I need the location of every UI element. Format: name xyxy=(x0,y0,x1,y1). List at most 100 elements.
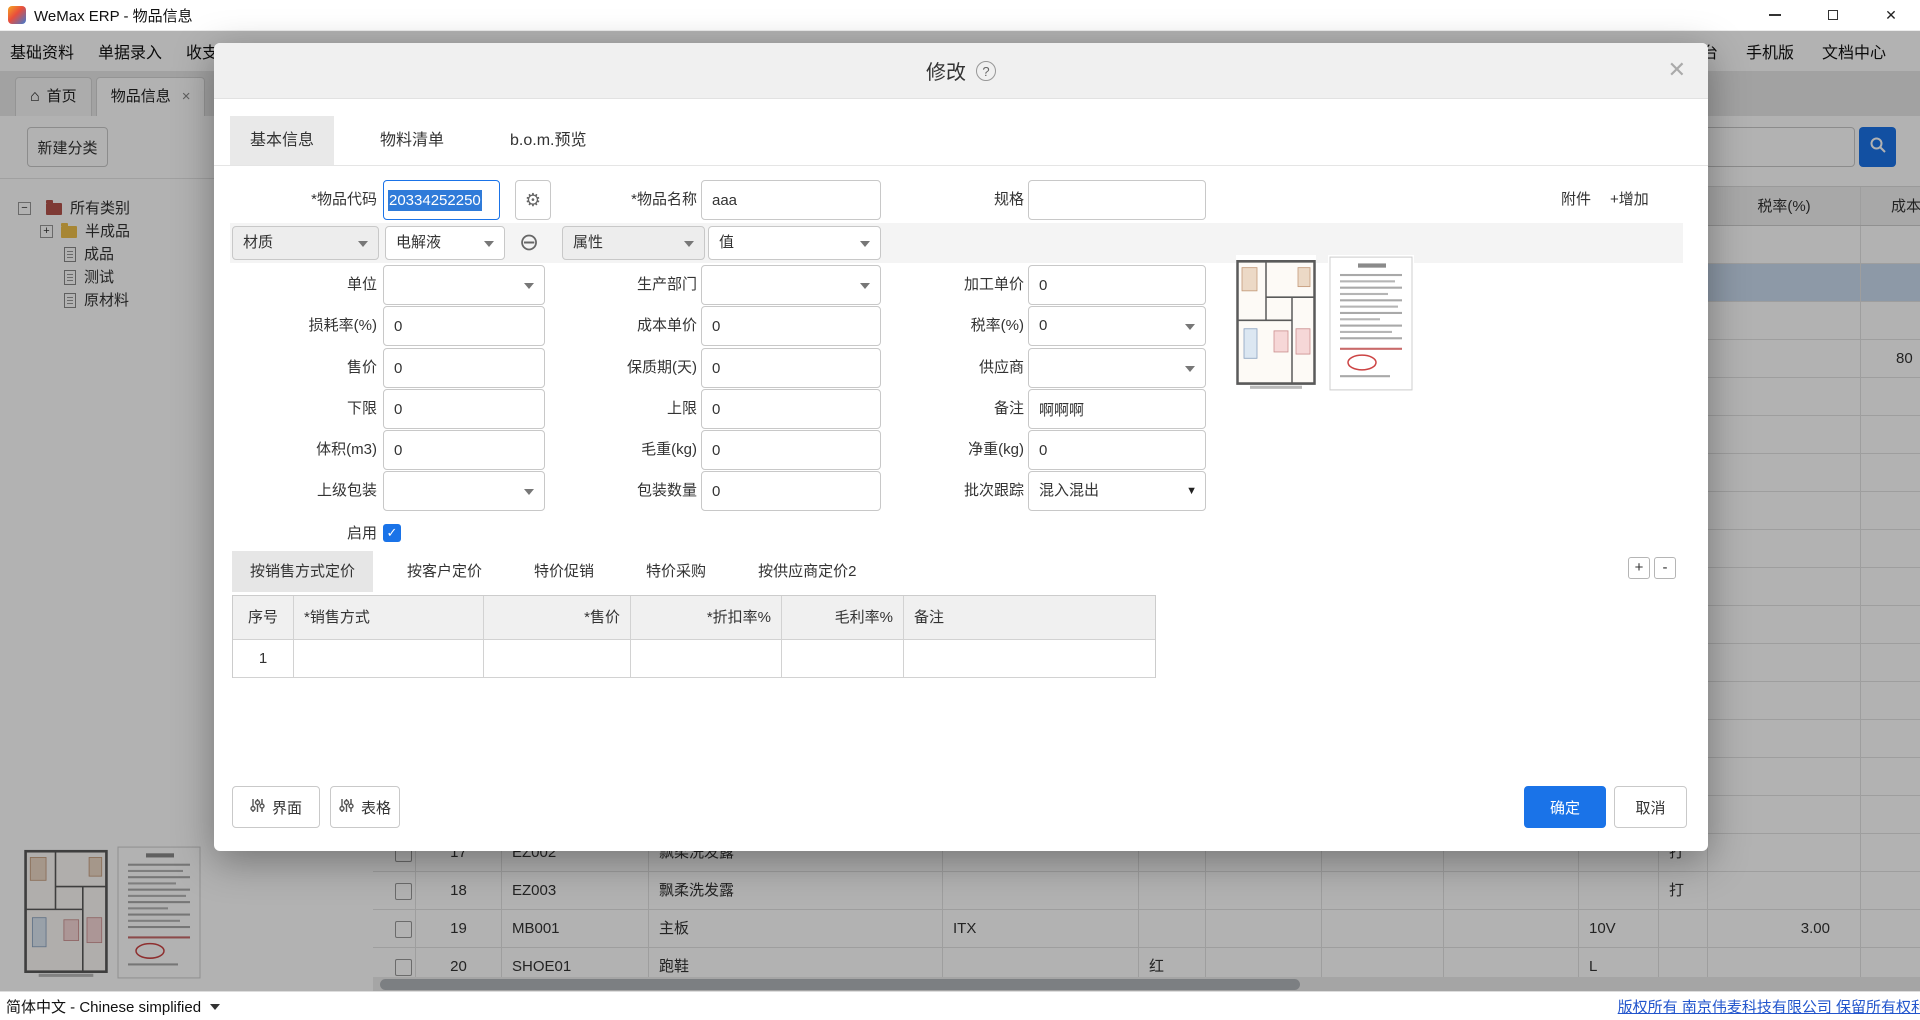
code-settings-button[interactable]: ⚙ xyxy=(515,180,551,220)
grid-config-label: 表格 xyxy=(361,797,391,818)
pricing-table: 序号 *销售方式 *售价 *折扣率% 毛利率% 备注 1 xyxy=(232,595,1156,678)
help-icon[interactable]: ? xyxy=(976,61,996,81)
pricing-tab-special-purchase[interactable]: 特价采购 xyxy=(628,551,724,592)
item-code-value: 20334252250 xyxy=(388,190,482,211)
cost-price-input[interactable] xyxy=(701,306,881,346)
chevron-down-icon xyxy=(684,241,694,252)
tab-basic-info[interactable]: 基本信息 xyxy=(230,116,334,165)
lower-limit-label: 下限 xyxy=(214,389,377,429)
pack-qty-input[interactable] xyxy=(701,471,881,511)
pricing-table-row: 1 xyxy=(233,640,1155,678)
close-button[interactable]: ✕ xyxy=(1862,0,1920,30)
pricing-cell-margin[interactable] xyxy=(782,640,904,678)
cancel-button[interactable]: 取消 xyxy=(1614,786,1687,828)
app-icon xyxy=(8,6,26,24)
dialog-header: 修改 ? ✕ xyxy=(214,43,1708,99)
maximize-button[interactable] xyxy=(1804,0,1862,30)
item-document-image[interactable] xyxy=(1328,255,1414,392)
pricing-cell-remark[interactable] xyxy=(904,640,1155,678)
remove-material-icon[interactable]: ⊖ xyxy=(519,229,539,257)
net-weight-label: 净重(kg) xyxy=(874,430,1024,470)
volume-input[interactable] xyxy=(383,430,545,470)
remark-input[interactable] xyxy=(1028,389,1206,429)
supplier-select[interactable] xyxy=(1028,348,1206,388)
prod-dept-label: 生产部门 xyxy=(554,265,697,305)
loss-rate-input[interactable] xyxy=(383,306,545,346)
item-code-input[interactable]: 20334252250 xyxy=(383,180,500,220)
attachment-link[interactable]: 附件 xyxy=(1561,180,1591,220)
spec-input[interactable] xyxy=(1028,180,1206,220)
chevron-down-icon xyxy=(210,1004,220,1015)
pricing-header-margin: 毛利率% xyxy=(782,596,904,640)
language-selector[interactable]: 简体中文 - Chinese simplified xyxy=(6,996,220,1017)
process-price-input[interactable] xyxy=(1028,265,1206,305)
close-icon: ✕ xyxy=(1885,7,1897,24)
upper-limit-input[interactable] xyxy=(701,389,881,429)
pricing-header-method: *销售方式 xyxy=(294,596,484,640)
dialog-close-icon[interactable]: ✕ xyxy=(1668,57,1686,83)
maximize-icon xyxy=(1828,10,1838,20)
dialog-title: 修改 xyxy=(926,56,966,85)
ok-button[interactable]: 确定 xyxy=(1524,786,1606,828)
gross-weight-input[interactable] xyxy=(701,430,881,470)
material-type-dropdown[interactable]: 材质 xyxy=(232,226,379,260)
item-name-input[interactable] xyxy=(701,180,881,220)
copyright-link[interactable]: 版权所有 南京伟麦科技有限公司 保留所有权利 xyxy=(1618,996,1920,1017)
pricing-tab-by-customer[interactable]: 按客户定价 xyxy=(389,551,500,592)
pricing-table-header: 序号 *销售方式 *售价 *折扣率% 毛利率% 备注 xyxy=(233,596,1155,640)
pricing-header-remark: 备注 xyxy=(904,596,1155,640)
item-floorplan-image[interactable] xyxy=(1236,255,1316,392)
unit-select[interactable] xyxy=(383,265,545,305)
enabled-checkbox[interactable]: ✓ xyxy=(383,524,401,542)
tab-material-list[interactable]: 物料清单 xyxy=(360,116,464,165)
sale-price-label: 售价 xyxy=(214,348,377,388)
attribute-value-label: 值 xyxy=(719,234,734,251)
pricing-header-discount: *折扣率% xyxy=(631,596,782,640)
attachment-add-link[interactable]: +增加 xyxy=(1610,180,1649,220)
edit-dialog: 修改 ? ✕ 基本信息 物料清单 b.o.m.预览 *物品代码 20334252… xyxy=(214,43,1708,851)
item-name-label: *物品名称 xyxy=(554,180,697,220)
gross-weight-label: 毛重(kg) xyxy=(554,430,697,470)
grid-config-button[interactable]: 表格 xyxy=(330,786,400,828)
minimize-icon xyxy=(1769,14,1781,16)
pricing-tabs: 按销售方式定价 按客户定价 特价促销 特价采购 按供应商定价2 xyxy=(232,551,890,592)
prod-dept-select[interactable] xyxy=(701,265,881,305)
sliders-icon xyxy=(339,798,354,817)
pricing-cell-method[interactable] xyxy=(294,640,484,678)
pricing-tab-by-sales-method[interactable]: 按销售方式定价 xyxy=(232,551,373,592)
upper-limit-label: 上限 xyxy=(554,389,697,429)
parent-pack-label: 上级包装 xyxy=(214,471,377,511)
screen: WeMax ERP - 物品信息 ✕ 基础资料 单据录入 收支 刷台 手机版 文… xyxy=(0,0,1920,1020)
net-weight-input[interactable] xyxy=(1028,430,1206,470)
parent-pack-select[interactable] xyxy=(383,471,545,511)
pricing-cell-price[interactable] xyxy=(484,640,631,678)
ui-config-label: 界面 xyxy=(272,797,302,818)
window-controls: ✕ xyxy=(1746,0,1920,30)
pricing-cell-discount[interactable] xyxy=(631,640,782,678)
pricing-tab-special-promo[interactable]: 特价促销 xyxy=(516,551,612,592)
ui-config-button[interactable]: 界面 xyxy=(232,786,320,828)
lower-limit-input[interactable] xyxy=(383,389,545,429)
attribute-label: 属性 xyxy=(573,234,603,251)
sale-price-input[interactable] xyxy=(383,348,545,388)
pricing-tab-by-supplier[interactable]: 按供应商定价2 xyxy=(740,551,874,592)
tax-rate-value: 0 xyxy=(1039,317,1047,334)
material-value-dropdown[interactable]: 电解液 xyxy=(385,226,505,260)
material-value-label: 电解液 xyxy=(396,234,441,251)
tabs-divider xyxy=(214,165,1708,166)
chevron-down-icon: ▼ xyxy=(1186,472,1197,510)
tax-rate-select[interactable]: 0 xyxy=(1028,306,1206,346)
tab-bom-preview[interactable]: b.o.m.预览 xyxy=(490,116,606,165)
item-code-label: *物品代码 xyxy=(214,180,377,220)
add-row-button[interactable]: + xyxy=(1628,557,1650,579)
remove-row-button[interactable]: - xyxy=(1654,557,1676,579)
attribute-dropdown[interactable]: 属性 xyxy=(562,226,705,260)
dialog-tabs: 基本信息 物料清单 b.o.m.预览 xyxy=(230,116,633,165)
unit-label: 单位 xyxy=(214,265,377,305)
attribute-value-dropdown[interactable]: 值 xyxy=(708,226,881,260)
minimize-button[interactable] xyxy=(1746,0,1804,30)
remark-label: 备注 xyxy=(874,389,1024,429)
shelf-life-input[interactable] xyxy=(701,348,881,388)
batch-tracking-select[interactable]: 混入混出▼ xyxy=(1028,471,1206,511)
loss-rate-label: 损耗率(%) xyxy=(214,306,377,346)
